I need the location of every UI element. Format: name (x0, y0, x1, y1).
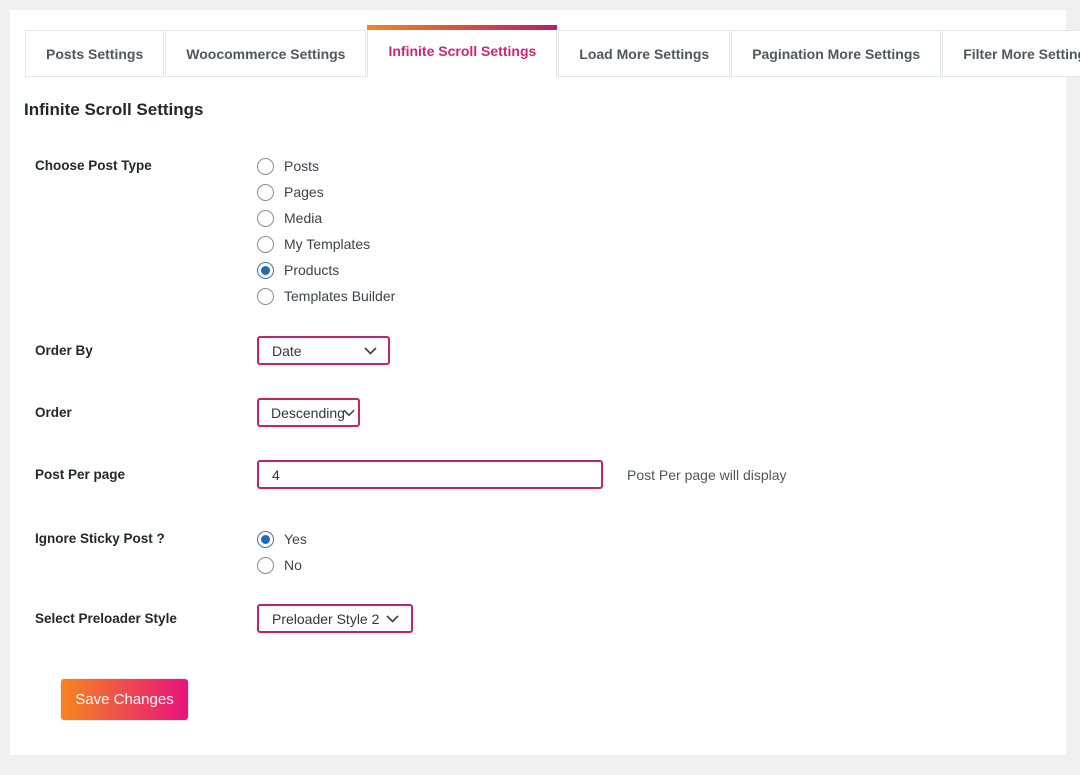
choose-post-type-options: Posts Pages Media My Templates Products Templ… (257, 153, 395, 309)
settings-form: Choose Post Type Posts Pages Media My Templ… (35, 153, 1066, 720)
tab-label: Pagination More Settings (752, 45, 921, 62)
tab-posts-settings[interactable]: Posts Settings (25, 30, 165, 77)
post-per-page-input[interactable] (257, 460, 603, 489)
radio-button-icon[interactable] (257, 530, 274, 548)
order-select[interactable]: Descending (257, 398, 360, 427)
tab-bar: Posts Settings Woocommerce Settings Infini… (10, 10, 1080, 77)
chevron-down-icon (343, 409, 355, 417)
preloader-style-value: Preloader Style 2 (272, 610, 380, 627)
row-post-per-page: Post Per page Post Per page will display (35, 460, 1066, 489)
row-order: Order Descending (35, 398, 1066, 427)
radio-option-post-type-my-templates[interactable]: My Templates (257, 231, 395, 257)
radio-button-icon[interactable] (257, 556, 274, 574)
radio-button-icon[interactable] (257, 209, 274, 227)
radio-option-label: Yes (284, 531, 307, 547)
row-choose-post-type: Choose Post Type Posts Pages Media My Templ… (35, 153, 1066, 309)
radio-button-icon[interactable] (257, 235, 274, 253)
post-per-page-label: Post Per page (35, 467, 126, 482)
tab-label: Load More Settings (579, 45, 710, 62)
row-preloader-style: Select Preloader Style Preloader Style 2 (35, 604, 1066, 633)
radio-option-ignore-sticky-no[interactable]: No (257, 552, 307, 578)
order-label: Order (35, 405, 72, 420)
radio-option-label: Products (284, 262, 340, 278)
tab-label: Woocommerce Settings (186, 45, 346, 62)
radio-button-icon[interactable] (257, 287, 274, 305)
radio-option-ignore-sticky-yes[interactable]: Yes (257, 526, 307, 552)
order-by-label: Order By (35, 343, 93, 358)
preloader-style-label: Select Preloader Style (35, 611, 177, 626)
radio-button-icon[interactable] (257, 261, 274, 279)
tab-load-more-settings[interactable]: Load More Settings (558, 30, 731, 77)
radio-option-label: Posts (284, 158, 320, 174)
radio-option-label: Media (284, 210, 323, 226)
radio-option-label: Pages (284, 184, 324, 200)
chevron-down-icon (364, 346, 377, 355)
post-per-page-help: Post Per page will display (627, 466, 787, 483)
tab-woocommerce-settings[interactable]: Woocommerce Settings (165, 30, 367, 77)
radio-option-label: No (284, 557, 302, 573)
ignore-sticky-label: Ignore Sticky Post ? (35, 531, 165, 546)
order-value: Descending (271, 404, 345, 421)
settings-card: Posts Settings Woocommerce Settings Infini… (10, 10, 1080, 755)
page-title: Infinite Scroll Settings (24, 100, 204, 119)
radio-option-post-type-templates-builder[interactable]: Templates Builder (257, 283, 395, 309)
order-by-value: Date (272, 342, 302, 359)
ignore-sticky-options: Yes No (257, 526, 307, 578)
chevron-down-icon (386, 614, 399, 623)
tab-label: Infinite Scroll Settings (388, 43, 537, 59)
radio-option-label: Templates Builder (284, 288, 396, 304)
choose-post-type-label: Choose Post Type (35, 158, 152, 173)
tab-filter-more-settings[interactable]: Filter More Settings (942, 30, 1080, 77)
radio-selected-dot (261, 265, 270, 275)
radio-option-post-type-media[interactable]: Media (257, 205, 395, 231)
save-changes-button[interactable]: Save Changes (61, 679, 188, 720)
radio-option-post-type-posts[interactable]: Posts (257, 153, 395, 179)
radio-option-label: My Templates (284, 236, 371, 252)
tab-pagination-more-settings[interactable]: Pagination More Settings (731, 30, 942, 77)
radio-option-post-type-products[interactable]: Products (257, 257, 395, 283)
tab-infinite-scroll-settings[interactable]: Infinite Scroll Settings (367, 25, 558, 77)
preloader-style-select[interactable]: Preloader Style 2 (257, 604, 413, 633)
order-by-select[interactable]: Date (257, 336, 390, 365)
radio-option-post-type-pages[interactable]: Pages (257, 179, 395, 205)
radio-button-icon[interactable] (257, 157, 274, 175)
row-order-by: Order By Date (35, 336, 1066, 365)
radio-selected-dot (261, 534, 270, 544)
active-tab-gradient-bar (367, 25, 558, 30)
radio-button-icon[interactable] (257, 183, 274, 201)
tab-label: Filter More Settings (963, 45, 1080, 62)
row-ignore-sticky: Ignore Sticky Post ? Yes No (35, 526, 1066, 578)
tab-label: Posts Settings (46, 45, 144, 62)
